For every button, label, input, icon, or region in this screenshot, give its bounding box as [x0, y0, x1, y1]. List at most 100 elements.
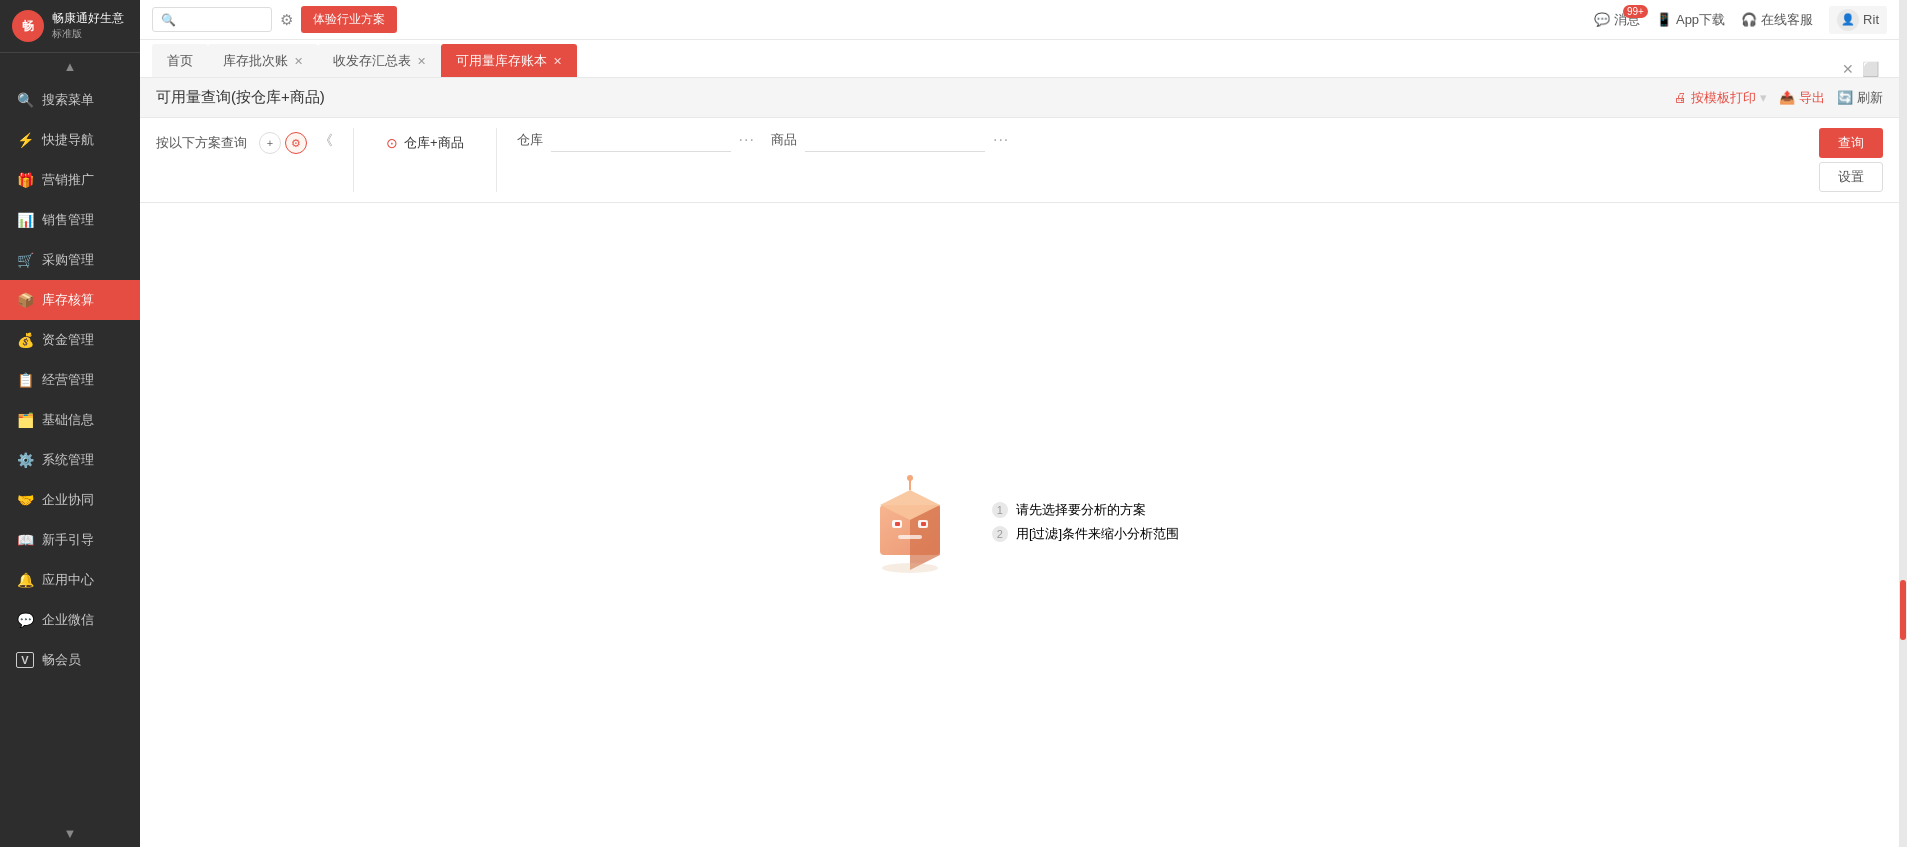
refresh-icon: 🔄 — [1837, 90, 1853, 105]
sidebar-item-label: 营销推广 — [42, 171, 94, 189]
step-1-text: 请先选择要分析的方案 — [1016, 501, 1146, 519]
phone-icon: 📱 — [1656, 12, 1672, 27]
purchase-icon: 🛒 — [16, 252, 34, 268]
warehouse-input[interactable] — [551, 128, 731, 152]
maximize-icon[interactable]: ⬜ — [1862, 61, 1879, 77]
sidebar-item-newbie[interactable]: 📖 新手引导 — [0, 520, 140, 560]
settings-icon[interactable]: ⚙ — [280, 11, 293, 29]
message-icon: 💬 — [1594, 12, 1610, 27]
sidebar-item-finance[interactable]: 💰 资金管理 — [0, 320, 140, 360]
tab-label: 收发存汇总表 — [333, 52, 411, 70]
user-avatar: 👤 — [1837, 9, 1859, 31]
headset-icon: 🎧 — [1741, 12, 1757, 27]
empty-content: 1 请先选择要分析的方案 2 用[过滤]条件来缩小分析范围 — [860, 475, 1179, 575]
sidebar-item-label: 基础信息 — [42, 411, 94, 429]
tab-bar: 首页 库存批次账 ✕ 收发存汇总表 ✕ 可用量库存账本 ✕ ✕ ⬜ — [140, 40, 1899, 78]
tab-available-ledger[interactable]: 可用量库存账本 ✕ — [441, 44, 577, 77]
search-placeholder — [180, 11, 228, 28]
sidebar: 畅 畅康通好生意 标准版 ▲ 🔍 搜索菜单 ⚡ 快捷导航 🎁 营销推广 📊 销售… — [0, 0, 140, 847]
app-download-button[interactable]: 📱 App下载 — [1656, 11, 1725, 29]
empty-state: 1 请先选择要分析的方案 2 用[过滤]条件来缩小分析范围 — [140, 203, 1899, 847]
close-window-icon[interactable]: ✕ — [1842, 61, 1854, 77]
chevron-down-icon: ▾ — [1760, 90, 1767, 105]
product-input[interactable] — [805, 128, 985, 152]
topbar: 🔍 ⚙ 体验行业方案 💬 消息 99+ 📱 App下载 🎧 在线客服 👤 Rit — [140, 0, 1899, 40]
finance-icon: 💰 — [16, 332, 34, 348]
sidebar-nav: 🔍 搜索菜单 ⚡ 快捷导航 🎁 营销推广 📊 销售管理 🛒 采购管理 📦 库存核… — [0, 80, 140, 820]
app-name: 畅康通好生意 — [52, 11, 124, 27]
right-scrollbar[interactable] — [1899, 0, 1907, 847]
scheme-item-warehouse-product[interactable]: ⊙ 仓库+商品 — [374, 128, 476, 158]
page-actions: 🖨 按模板打印 ▾ 📤 导出 🔄 刷新 — [1674, 89, 1883, 107]
system-icon: ⚙️ — [16, 452, 34, 468]
scheme-item-label: 仓库+商品 — [404, 134, 464, 152]
svg-rect-7 — [898, 535, 922, 539]
member-icon: V — [16, 652, 34, 668]
query-button[interactable]: 查询 — [1819, 128, 1883, 158]
print-label: 按模板打印 — [1691, 89, 1756, 107]
sidebar-item-sales[interactable]: 📊 销售管理 — [0, 200, 140, 240]
sidebar-item-operation[interactable]: 📋 经营管理 — [0, 360, 140, 400]
sidebar-item-label: 资金管理 — [42, 331, 94, 349]
sidebar-item-basic[interactable]: 🗂️ 基础信息 — [0, 400, 140, 440]
tab-home[interactable]: 首页 — [152, 44, 208, 77]
sidebar-scroll-down[interactable]: ▼ — [0, 820, 140, 847]
sidebar-item-system[interactable]: ⚙️ 系统管理 — [0, 440, 140, 480]
sidebar-item-appcenter[interactable]: 🔔 应用中心 — [0, 560, 140, 600]
warehouse-label: 仓库 — [517, 131, 543, 149]
industry-solution-button[interactable]: 体验行业方案 — [301, 6, 397, 33]
tab-receive-summary[interactable]: 收发存汇总表 ✕ — [318, 44, 441, 77]
sidebar-item-label: 畅会员 — [42, 651, 81, 669]
sidebar-item-purchase[interactable]: 🛒 采购管理 — [0, 240, 140, 280]
tab-close-icon[interactable]: ✕ — [553, 55, 562, 68]
sidebar-item-label: 快捷导航 — [42, 131, 94, 149]
sidebar-item-label: 新手引导 — [42, 531, 94, 549]
sidebar-item-inventory[interactable]: 📦 库存核算 — [0, 280, 140, 320]
empty-text-block: 1 请先选择要分析的方案 2 用[过滤]条件来缩小分析范围 — [992, 501, 1179, 549]
sidebar-scroll-up[interactable]: ▲ — [0, 53, 140, 80]
service-button[interactable]: 🎧 在线客服 — [1741, 11, 1813, 29]
warehouse-field: 仓库 ··· — [517, 128, 755, 152]
topbar-search-box[interactable]: 🔍 — [152, 7, 272, 32]
step-2-text: 用[过滤]条件来缩小分析范围 — [1016, 525, 1179, 543]
sidebar-header: 畅 畅康通好生意 标准版 — [0, 0, 140, 53]
app-logo: 畅 — [12, 10, 44, 42]
filter-icon-group: + ⚙ — [259, 128, 307, 154]
sidebar-item-search[interactable]: 🔍 搜索菜单 — [0, 80, 140, 120]
user-menu[interactable]: 👤 Rit — [1829, 6, 1887, 34]
sidebar-item-shortcut[interactable]: ⚡ 快捷导航 — [0, 120, 140, 160]
sidebar-item-label: 库存核算 — [42, 291, 94, 309]
appcenter-icon: 🔔 — [16, 572, 34, 588]
sidebar-item-member[interactable]: V 畅会员 — [0, 640, 140, 680]
tab-close-icon[interactable]: ✕ — [294, 55, 303, 68]
sidebar-item-label: 应用中心 — [42, 571, 94, 589]
collapse-panel-icon[interactable]: 《 — [319, 128, 333, 150]
basic-icon: 🗂️ — [16, 412, 34, 428]
message-badge: 99+ — [1623, 5, 1648, 18]
tab-close-icon[interactable]: ✕ — [417, 55, 426, 68]
filter-action-buttons: 查询 设置 — [1819, 128, 1883, 192]
message-button[interactable]: 💬 消息 99+ — [1594, 11, 1640, 29]
tab-inventory-batch[interactable]: 库存批次账 ✕ — [208, 44, 318, 77]
search-icon: 🔍 — [16, 92, 34, 108]
export-button[interactable]: 📤 导出 — [1779, 89, 1825, 107]
export-label: 导出 — [1799, 89, 1825, 107]
setting-button[interactable]: 设置 — [1819, 162, 1883, 192]
export-icon: 📤 — [1779, 90, 1795, 105]
sidebar-item-enterprise[interactable]: 🤝 企业协同 — [0, 480, 140, 520]
add-scheme-button[interactable]: + — [259, 132, 281, 154]
sidebar-item-wechat[interactable]: 💬 企业微信 — [0, 600, 140, 640]
refresh-button[interactable]: 🔄 刷新 — [1837, 89, 1883, 107]
sidebar-item-marketing[interactable]: 🎁 营销推广 — [0, 160, 140, 200]
app-download-label: App下载 — [1676, 11, 1725, 29]
print-button[interactable]: 🖨 按模板打印 ▾ — [1674, 89, 1767, 107]
window-controls: ✕ ⬜ — [1842, 61, 1887, 77]
refresh-label: 刷新 — [1857, 89, 1883, 107]
product-more-icon[interactable]: ··· — [993, 131, 1009, 149]
operation-icon: 📋 — [16, 372, 34, 388]
warehouse-more-icon[interactable]: ··· — [739, 131, 755, 149]
svg-rect-5 — [895, 522, 900, 526]
filter-fields: 仓库 ··· 商品 ··· — [517, 128, 1807, 152]
empty-illustration — [860, 475, 960, 575]
scheme-settings-button[interactable]: ⚙ — [285, 132, 307, 154]
